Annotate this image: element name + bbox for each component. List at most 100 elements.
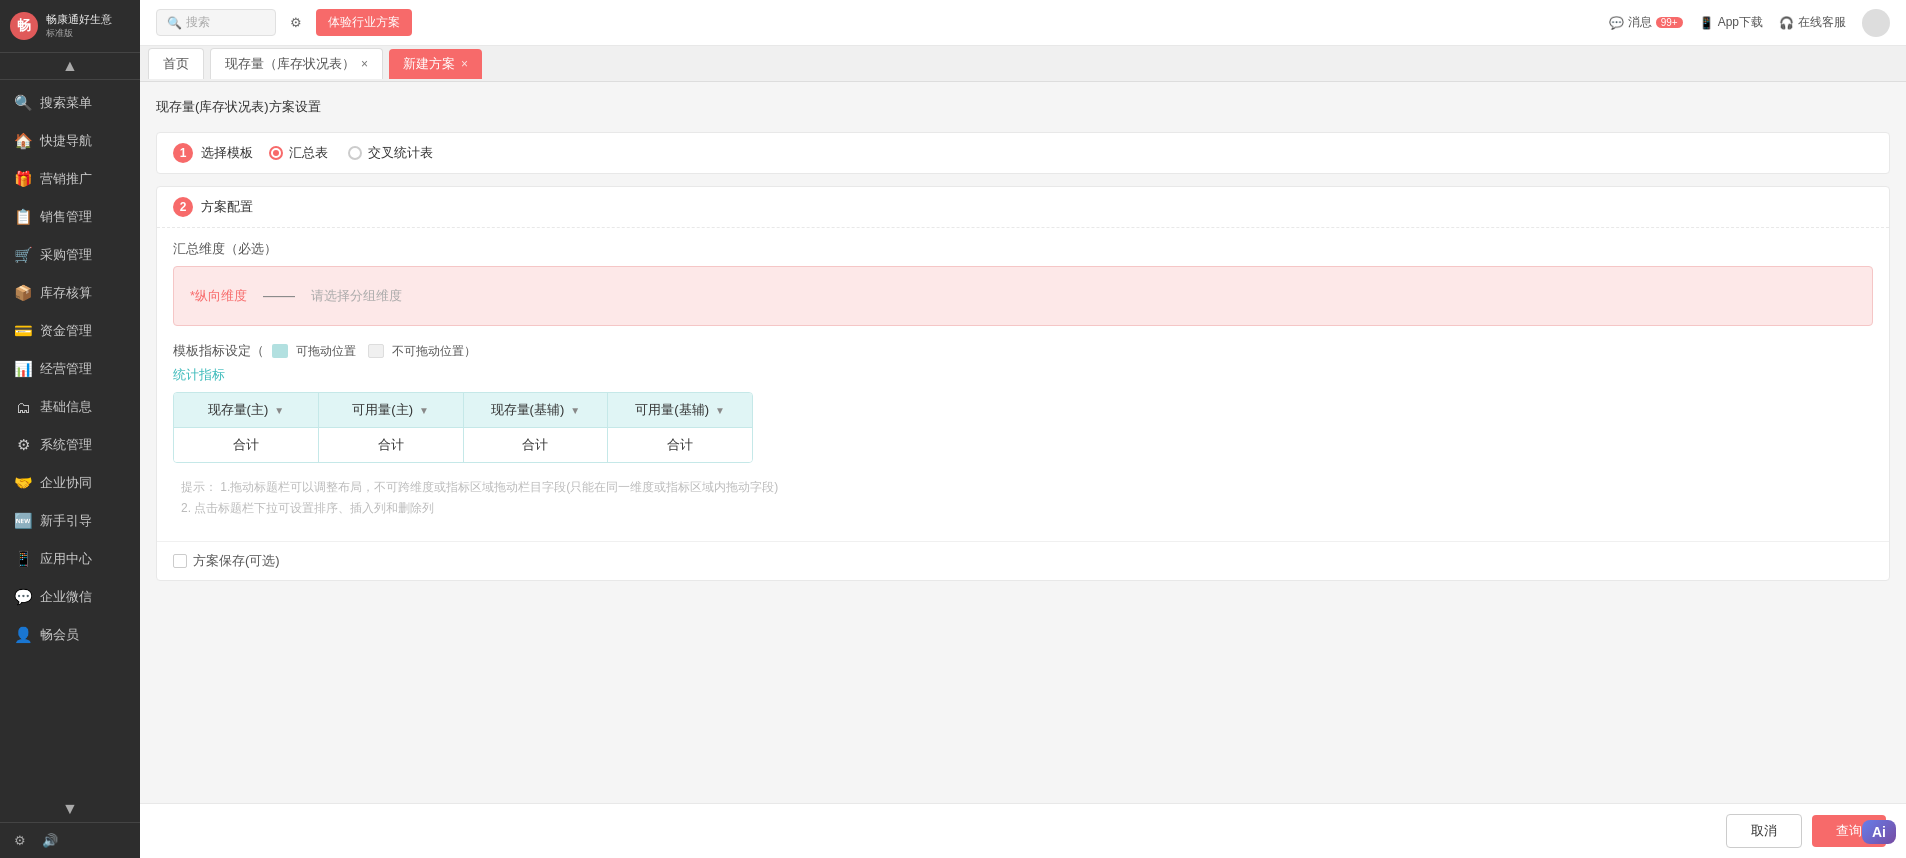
audio-icon[interactable]: 🔊: [42, 833, 58, 848]
col-dropdown-0[interactable]: ▼: [274, 405, 284, 416]
sidebar-scroll-up[interactable]: ▲: [0, 53, 140, 80]
step2-label: 方案配置: [201, 198, 253, 216]
sidebar-item-search-menu[interactable]: 🔍 搜索菜单: [0, 84, 140, 122]
tab-home[interactable]: 首页: [148, 48, 204, 79]
logo-icon: 畅: [10, 12, 38, 40]
dimension-required: *纵向维度: [190, 287, 247, 305]
sidebar-footer: ⚙ 🔊: [0, 822, 140, 858]
sidebar-item-label: 资金管理: [40, 322, 92, 340]
tab-close-inventory-status[interactable]: ×: [361, 58, 368, 70]
col-label-1: 可用量(主): [352, 401, 413, 419]
sidebar-item-label: 系统管理: [40, 436, 92, 454]
col-dropdown-3[interactable]: ▼: [715, 405, 725, 416]
tab-new-scheme[interactable]: 新建方案 ×: [389, 49, 482, 79]
settings-icon[interactable]: ⚙: [14, 833, 26, 848]
topbar-gear-btn[interactable]: ⚙: [284, 11, 308, 35]
wechat-icon: 💬: [14, 588, 32, 606]
col-dropdown-2[interactable]: ▼: [570, 405, 580, 416]
topbar: 🔍 搜索 ⚙ 体验行业方案 💬 消息 99+ 📱 App下载 🎧 在线客服: [140, 0, 1906, 46]
online-service-btn[interactable]: 🎧 在线客服: [1779, 14, 1846, 31]
sidebar-item-app-center[interactable]: 📱 应用中心: [0, 540, 140, 578]
sidebar-item-purchase[interactable]: 🛒 采购管理: [0, 236, 140, 274]
step1-label: 选择模板: [201, 144, 253, 162]
sidebar-logo: 畅 畅康通好生意 标准版: [0, 0, 140, 53]
radio-cross-dot: [348, 146, 362, 160]
indicator-label: 模板指标设定（ 可拖动位置 不可拖动位置）: [173, 342, 1873, 360]
sidebar-item-label: 采购管理: [40, 246, 92, 264]
hint-1: 2. 点击标题栏下拉可设置排序、插入列和删除列: [173, 500, 1873, 517]
message-icon: 💬: [1609, 16, 1624, 30]
step1-card: 1 选择模板 汇总表 交叉统计表: [156, 132, 1890, 174]
sidebar-item-inventory[interactable]: 📦 库存核算: [0, 274, 140, 312]
sidebar-item-label: 应用中心: [40, 550, 92, 568]
message-badge: 99+: [1656, 17, 1683, 28]
sidebar-item-label: 企业微信: [40, 588, 92, 606]
app-download-label: App下载: [1718, 14, 1763, 31]
sidebar-item-cooperation[interactable]: 🤝 企业协同: [0, 464, 140, 502]
not-draggable-hint-text: 不可拖动位置）: [392, 343, 476, 360]
content-area: 现存量(库存状况表)方案设置 1 选择模板 汇总表 交叉统计表: [140, 82, 1906, 803]
radio-summary-label: 汇总表: [289, 144, 328, 162]
col-header-3[interactable]: 可用量(基辅) ▼: [608, 393, 752, 427]
radio-summary[interactable]: 汇总表: [269, 144, 328, 162]
service-icon: 🎧: [1779, 16, 1794, 30]
radio-cross[interactable]: 交叉统计表: [348, 144, 433, 162]
draggable-hint-box: [272, 344, 288, 358]
sidebar-item-sales[interactable]: 📋 销售管理: [0, 198, 140, 236]
avatar[interactable]: [1862, 9, 1890, 37]
step1-num: 1: [173, 143, 193, 163]
sidebar-item-wechat[interactable]: 💬 企业微信: [0, 578, 140, 616]
new-scheme-tab-label: 新建方案: [403, 55, 455, 73]
tab-inventory-status[interactable]: 现存量（库存状况表） ×: [210, 48, 383, 79]
col-dropdown-1[interactable]: ▼: [419, 405, 429, 416]
sidebar-item-label: 营销推广: [40, 170, 92, 188]
sidebar-item-operations[interactable]: 📊 经营管理: [0, 350, 140, 388]
purchase-icon: 🛒: [14, 246, 32, 264]
col-sub-2: 合计: [464, 427, 609, 462]
page-title: 现存量(库存状况表)方案设置: [156, 98, 1890, 116]
sidebar-item-basic-info[interactable]: 🗂 基础信息: [0, 388, 140, 426]
dimension-arrow: ——: [263, 287, 295, 305]
sales-icon: 📋: [14, 208, 32, 226]
cancel-button[interactable]: 取消: [1726, 814, 1802, 848]
save-checkbox[interactable]: [173, 554, 187, 568]
bottom-bar: 取消 查询: [140, 803, 1906, 858]
sidebar-item-guide[interactable]: 🆕 新手引导: [0, 502, 140, 540]
sidebar-item-quick-nav[interactable]: 🏠 快捷导航: [0, 122, 140, 160]
tab-close-new-scheme[interactable]: ×: [461, 58, 468, 70]
home-tab-label: 首页: [163, 55, 189, 73]
sidebar-item-marketing[interactable]: 🎁 营销推广: [0, 160, 140, 198]
sidebar-scroll-down[interactable]: ▼: [0, 796, 140, 822]
basic-info-icon: 🗂: [14, 398, 32, 416]
sidebar-item-label: 基础信息: [40, 398, 92, 416]
quick-nav-icon: 🏠: [14, 132, 32, 150]
col-header-1[interactable]: 可用量(主) ▼: [319, 393, 464, 427]
finance-icon: 💳: [14, 322, 32, 340]
marketing-icon: 🎁: [14, 170, 32, 188]
message-btn[interactable]: 💬 消息 99+: [1609, 14, 1683, 31]
guide-icon: 🆕: [14, 512, 32, 530]
trial-btn[interactable]: 体验行业方案: [316, 9, 412, 36]
sidebar-item-system[interactable]: ⚙ 系统管理: [0, 426, 140, 464]
scheme-body: 汇总维度（必选） *纵向维度 —— 请选择分组维度 模板指标设定（ 可拖动位置 …: [157, 228, 1889, 541]
sidebar-item-label: 企业协同: [40, 474, 92, 492]
sidebar-item-member[interactable]: 👤 畅会员: [0, 616, 140, 654]
col-header-2[interactable]: 现存量(基辅) ▼: [464, 393, 609, 427]
download-icon: 📱: [1699, 16, 1714, 30]
cooperation-icon: 🤝: [14, 474, 32, 492]
sidebar-item-label: 销售管理: [40, 208, 92, 226]
app-download-btn[interactable]: 📱 App下载: [1699, 14, 1763, 31]
stats-table: 现存量(主) ▼ 可用量(主) ▼ 现存量(基辅) ▼ 可用量(基辅): [173, 392, 753, 463]
dimension-label: 汇总维度（必选）: [173, 240, 1873, 258]
sidebar-item-label: 经营管理: [40, 360, 92, 378]
col-header-0[interactable]: 现存量(主) ▼: [174, 393, 319, 427]
save-option-label: 方案保存(可选): [193, 552, 280, 570]
template-radio-group: 汇总表 交叉统计表: [269, 144, 433, 162]
topbar-search[interactable]: 🔍 搜索: [156, 9, 276, 36]
dimension-box[interactable]: *纵向维度 —— 请选择分组维度: [173, 266, 1873, 326]
col-label-2: 现存量(基辅): [491, 401, 565, 419]
sidebar-item-finance[interactable]: 💳 资金管理: [0, 312, 140, 350]
ai-badge[interactable]: Ai: [1862, 820, 1896, 844]
step2-num: 2: [173, 197, 193, 217]
save-option: 方案保存(可选): [157, 541, 1889, 580]
